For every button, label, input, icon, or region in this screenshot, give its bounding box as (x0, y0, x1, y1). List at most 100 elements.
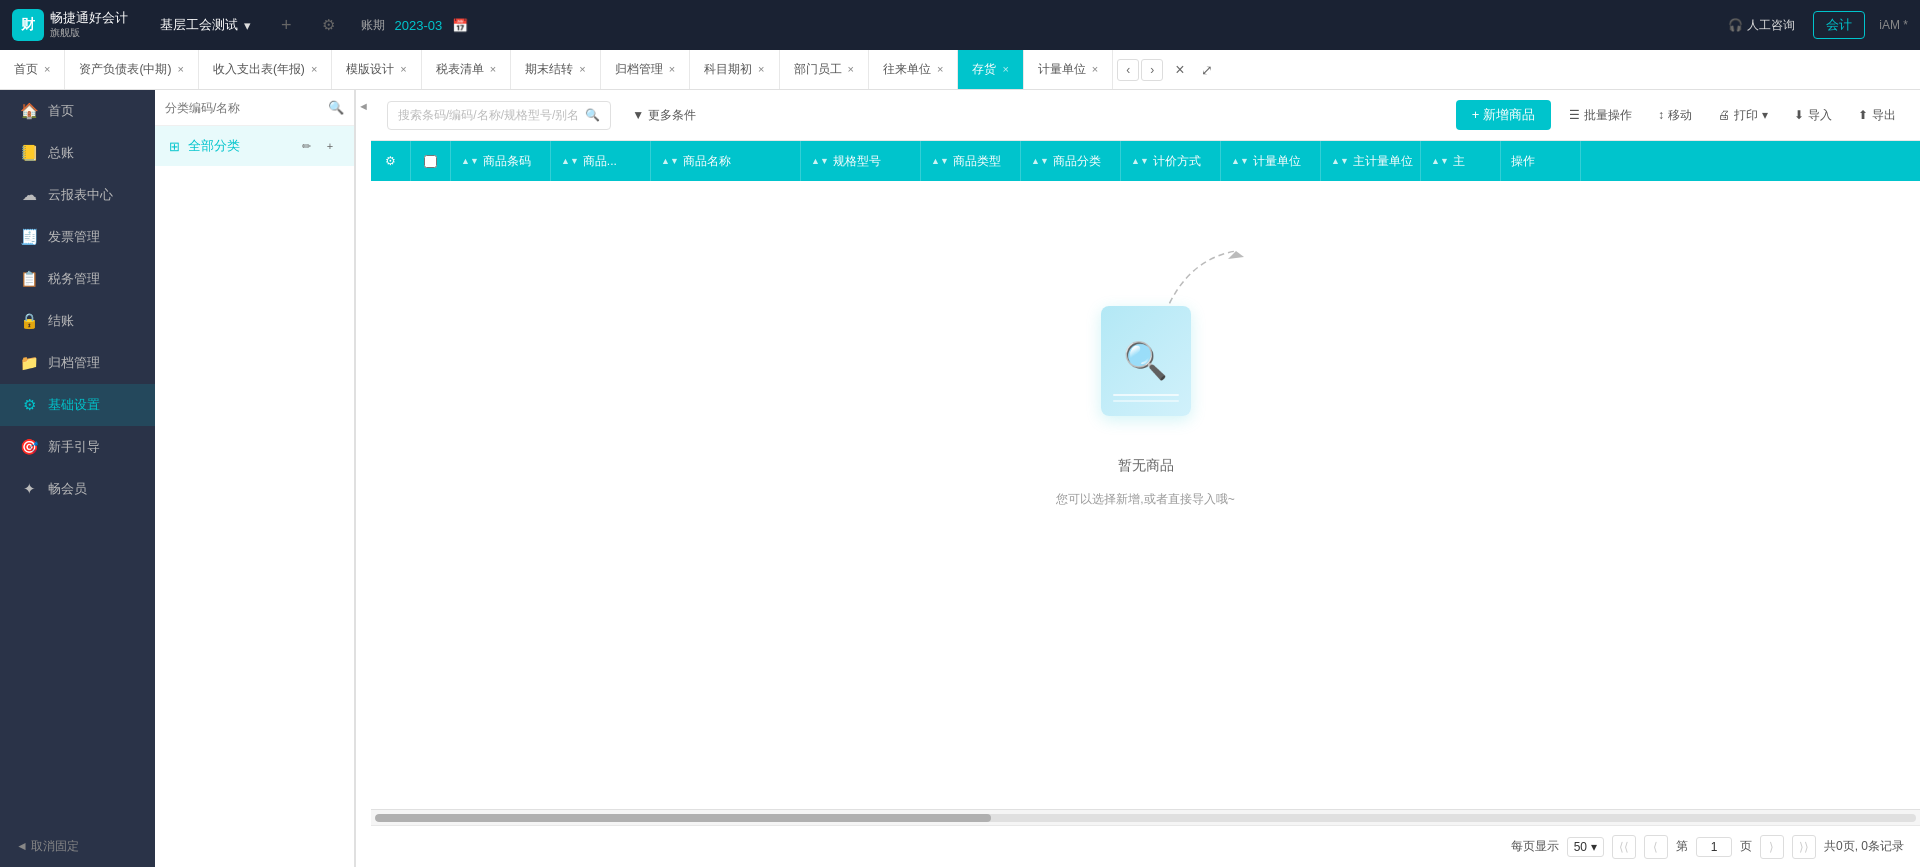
tab-partner-label: 往来单位 (883, 61, 931, 78)
calendar-icon[interactable]: 📅 (452, 18, 468, 33)
sort-unit-icon: ▲▼ (1231, 157, 1249, 166)
tab-dept-label: 部门员工 (794, 61, 842, 78)
last-page-button[interactable]: ⟩⟩ (1792, 835, 1816, 859)
sort-name-icon: ▲▼ (661, 157, 679, 166)
tab-period-close[interactable]: 期末结转 × (511, 50, 600, 89)
tab-partner-close[interactable]: × (937, 64, 943, 75)
header-actions: 🎧 人工咨询 会计 iAM * (1720, 11, 1908, 39)
tab-subject[interactable]: 科目期初 × (690, 50, 779, 89)
app-logo-icon: 财 (12, 9, 44, 41)
tab-partner[interactable]: 往来单位 × (869, 50, 958, 89)
tab-unit[interactable]: 计量单位 × (1024, 50, 1113, 89)
tab-dept[interactable]: 部门员工 × (780, 50, 869, 89)
category-search-icon[interactable]: 🔍 (328, 100, 344, 115)
sidebar-item-reports[interactable]: ☁ 云报表中心 (0, 174, 155, 216)
new-product-button[interactable]: + 新增商品 (1456, 100, 1551, 130)
batch-ops-button[interactable]: ☰ 批量操作 (1561, 102, 1640, 129)
move-button[interactable]: ↕ 移动 (1650, 102, 1700, 129)
tab-subject-close[interactable]: × (758, 64, 764, 75)
th-checkbox[interactable] (411, 141, 451, 181)
service-button[interactable]: 🎧 人工咨询 (1720, 13, 1803, 38)
add-tab-button[interactable]: + (269, 15, 304, 36)
select-all-checkbox[interactable] (424, 155, 437, 168)
tab-archive[interactable]: 归档管理 × (601, 50, 690, 89)
move-icon: ↕ (1658, 108, 1664, 122)
th-code: ▲▼ 商品... (551, 141, 651, 181)
tab-tax[interactable]: 税表清单 × (422, 50, 511, 89)
app-name: 畅捷通好会计 (50, 10, 128, 26)
sidebar-item-tax[interactable]: 📋 税务管理 (0, 258, 155, 300)
sidebar-item-settings[interactable]: ⚙ 基础设置 (0, 384, 155, 426)
table-container: ⚙ ▲▼ 商品条码 ▲▼ 商品... (371, 141, 1920, 809)
tab-tax-close[interactable]: × (490, 64, 496, 75)
company-selector[interactable]: 基层工会测试 ▾ (152, 12, 259, 38)
th-main-unit-label: 主计量单位 (1353, 153, 1413, 170)
sidebar-item-member[interactable]: ✦ 畅会员 (0, 468, 155, 510)
tab-archive-close[interactable]: × (669, 64, 675, 75)
tab-income[interactable]: 收入支出表(年报) × (199, 50, 332, 89)
tab-prev-button[interactable]: ‹ (1117, 59, 1139, 81)
th-barcode: ▲▼ 商品条码 (451, 141, 551, 181)
export-button[interactable]: ⬆ 导出 (1850, 102, 1904, 129)
first-page-button[interactable]: ⟨⟨ (1612, 835, 1636, 859)
tab-template-close[interactable]: × (400, 64, 406, 75)
guide-icon: 🎯 (20, 438, 38, 456)
tab-unit-close[interactable]: × (1092, 64, 1098, 75)
tab-template[interactable]: 模版设计 × (332, 50, 421, 89)
sidebar-unpin-button[interactable]: ◄ 取消固定 (0, 826, 155, 867)
filter-button[interactable]: ▼ 更多条件 (621, 101, 707, 130)
table-header: ⚙ ▲▼ 商品条码 ▲▼ 商品... (371, 141, 1920, 181)
tab-next-button[interactable]: › (1141, 59, 1163, 81)
th-settings[interactable]: ⚙ (371, 141, 411, 181)
sidebar-item-ledger[interactable]: 📒 总账 (0, 132, 155, 174)
sidebar-item-close[interactable]: 🔒 结账 (0, 300, 155, 342)
column-settings-icon[interactable]: ⚙ (385, 154, 396, 168)
tab-balance-sheet[interactable]: 资产负债表(中期) × (65, 50, 198, 89)
product-search-bar[interactable]: 搜索条码/编码/名称/规格型号/别名 🔍 (387, 101, 611, 130)
sidebar-item-guide[interactable]: 🎯 新手引导 (0, 426, 155, 468)
tab-income-label: 收入支出表(年报) (213, 61, 305, 78)
prev-page-button[interactable]: ⟨ (1644, 835, 1668, 859)
tab-period-close-x[interactable]: × (579, 64, 585, 75)
category-search-bar: 🔍 (155, 90, 354, 126)
tab-settings-button[interactable]: ⚙ (314, 16, 343, 34)
category-item-all[interactable]: ⊞ 全部分类 ✏ + (155, 126, 354, 166)
logo-text-block: 畅捷通好会计 旗舰版 (50, 10, 128, 40)
next-page-button[interactable]: ⟩ (1760, 835, 1784, 859)
print-button[interactable]: 🖨 打印 ▾ (1710, 102, 1776, 129)
per-page-select[interactable]: 50 ▾ (1567, 837, 1604, 857)
import-button[interactable]: ⬇ 导入 (1786, 102, 1840, 129)
headset-icon: 🎧 (1728, 18, 1743, 32)
scrollbar-thumb[interactable] (375, 814, 991, 822)
tab-inventory-close[interactable]: × (1002, 64, 1008, 75)
tab-archive-label: 归档管理 (615, 61, 663, 78)
page-number-input[interactable] (1696, 837, 1732, 857)
collapse-icon: ◄ (358, 100, 369, 112)
category-search-input[interactable] (165, 101, 322, 115)
import-icon: ⬇ (1794, 108, 1804, 122)
tab-close-all-button[interactable]: × (1167, 50, 1192, 89)
tab-home-close[interactable]: × (44, 64, 50, 75)
panel-collapse-button[interactable]: ◄ (355, 90, 371, 867)
tab-expand-button[interactable]: ⤢ (1193, 50, 1221, 89)
account-button[interactable]: 会计 (1813, 11, 1865, 39)
sidebar-item-invoice[interactable]: 🧾 发票管理 (0, 216, 155, 258)
sidebar-item-archive[interactable]: 📁 归档管理 (0, 342, 155, 384)
empty-state: 🔍 暂无商品 您可以选择新增,或者直接导入哦~ (371, 181, 1920, 568)
category-edit-button[interactable]: ✏ (296, 136, 316, 156)
sidebar-item-home[interactable]: 🏠 首页 (0, 90, 155, 132)
tab-income-close[interactable]: × (311, 64, 317, 75)
tab-dept-close[interactable]: × (848, 64, 854, 75)
cloud-icon: ☁ (20, 186, 38, 204)
toolbar-search-icon[interactable]: 🔍 (585, 108, 600, 122)
tab-balance-label: 资产负债表(中期) (79, 61, 171, 78)
th-type: ▲▼ 商品类型 (921, 141, 1021, 181)
empty-doc-icon: 🔍 (1101, 306, 1191, 416)
all-category-label: 全部分类 (188, 137, 240, 155)
tab-inventory[interactable]: 存货 × (958, 50, 1023, 89)
tab-home[interactable]: 首页 × (0, 50, 65, 89)
sort-barcode-icon: ▲▼ (461, 157, 479, 166)
category-add-button[interactable]: + (320, 136, 340, 156)
tab-balance-close[interactable]: × (177, 64, 183, 75)
horizontal-scrollbar[interactable] (371, 809, 1920, 825)
